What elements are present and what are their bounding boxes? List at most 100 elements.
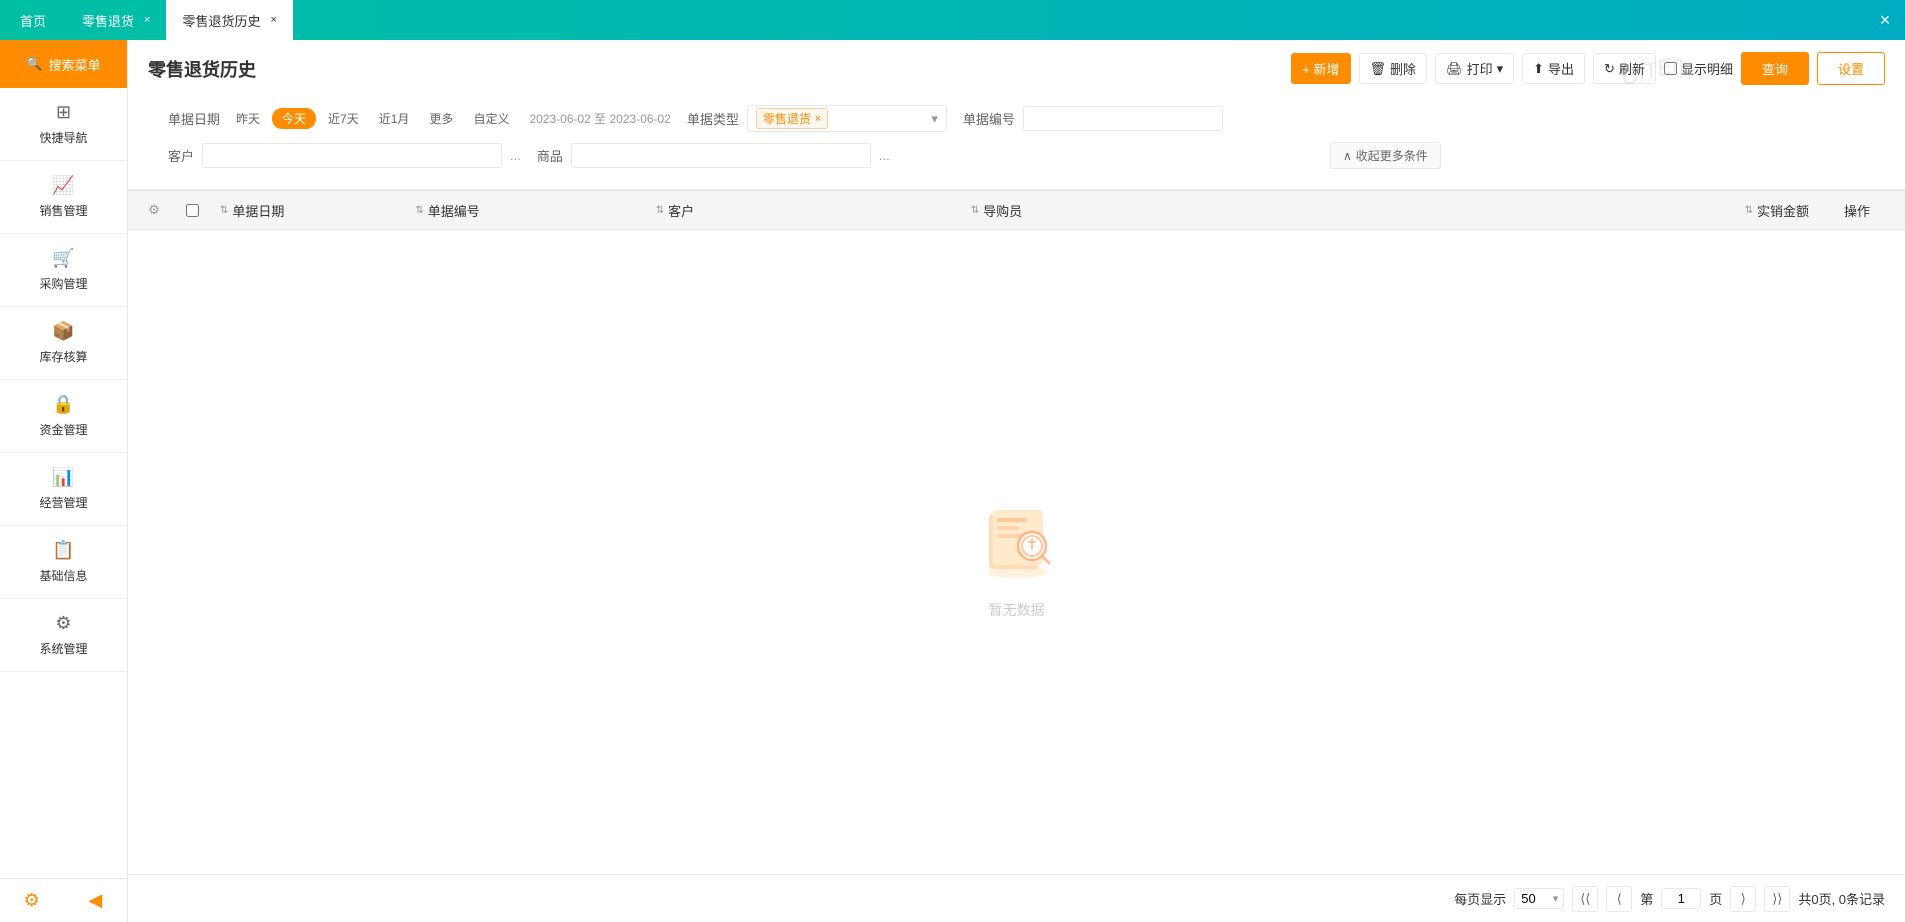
bill-type-dropdown-icon[interactable]: ▾	[931, 111, 938, 127]
show-detail-checkbox-label[interactable]: 显示明细	[1664, 59, 1733, 78]
window-close-button[interactable]: ×	[1865, 0, 1905, 40]
sales-mgmt-icon: 📈	[52, 175, 74, 196]
sidebar-item-fund-mgmt-label: 资金管理	[39, 421, 87, 438]
bill-no-input[interactable]	[1023, 106, 1223, 131]
filter-customer: 客户 ...	[168, 143, 521, 168]
print-chevron-icon: ▾	[1497, 61, 1504, 77]
total-info: 共0页, 0条记录	[1798, 889, 1885, 908]
print-icon: 🖨	[1446, 61, 1463, 77]
goods-label: 商品	[537, 146, 563, 165]
page-title-row: 零售退货历史 + 新增 🗑 删除 🖨 打印 ▾ ⬆ 导出	[148, 52, 1885, 85]
bill-type-tag-remove[interactable]: ×	[815, 113, 821, 125]
tab-retail-return-close[interactable]: ×	[144, 15, 150, 26]
filter-row-2: 客户 ... 商品 ... ∧ 收起更多条件	[168, 142, 1865, 169]
sidebar-settings-button[interactable]: ⚙	[0, 879, 64, 922]
filter-row-1: 单据日期 昨天 今天 近7天 近1月 更多 自定义 2023-06-02 至 2…	[168, 105, 1865, 132]
tab-home[interactable]: 首页	[0, 0, 66, 40]
date-option-1month[interactable]: 近1月	[371, 108, 418, 129]
prev-page-button[interactable]: ⟨	[1606, 886, 1632, 912]
export-icon: ⬆	[1533, 61, 1544, 77]
per-page-select[interactable]: 10 20 50 100	[1514, 888, 1564, 909]
select-all-checkbox[interactable]	[186, 204, 199, 217]
filter-goods: 商品 ...	[537, 143, 890, 168]
sidebar-item-inventory-calc[interactable]: 📦 库存核算	[0, 307, 127, 380]
bill-type-input[interactable]: 零售退货 × ▾	[747, 105, 947, 132]
page-title: 零售退货历史	[148, 56, 256, 82]
filter-area: 单据日期 昨天 今天 近7天 近1月 更多 自定义 2023-06-02 至 2…	[148, 95, 1885, 189]
last-page-button[interactable]: ⟩⟩	[1764, 886, 1790, 912]
date-option-today[interactable]: 今天	[272, 108, 316, 129]
date-option-yesterday[interactable]: 昨天	[228, 108, 268, 129]
sidebar-search-label: 搜索菜单	[49, 55, 101, 74]
date-option-more[interactable]: 更多	[421, 108, 461, 129]
page-number-input[interactable]	[1661, 888, 1701, 909]
tab-retail-return[interactable]: 零售退货 ×	[66, 0, 166, 40]
sort-amount-icon[interactable]: ⇅	[1745, 205, 1753, 216]
sidebar: 🔍 搜索菜单 ⊞ 快捷导航 📈 销售管理 🛒 采购管理 📦 库存核算 🔒 资金管…	[0, 40, 128, 922]
table-col-customer-label: 客户	[668, 201, 694, 220]
sidebar-item-ops-mgmt[interactable]: 📊 经营管理	[0, 453, 127, 526]
show-detail-checkbox[interactable]	[1664, 62, 1677, 75]
sort-customer-icon[interactable]: ⇅	[656, 205, 664, 216]
sidebar-item-sales-mgmt[interactable]: 📈 销售管理	[0, 161, 127, 234]
settings-button[interactable]: 设置	[1817, 52, 1885, 85]
sidebar-item-sales-mgmt-label: 销售管理	[39, 202, 87, 219]
delete-button[interactable]: 🗑 删除	[1359, 53, 1428, 84]
table-header: ⚙ ⇅ 单据日期 ⇅ 单据编号 ⇅ 客户 ⇅ 导购员	[128, 190, 1905, 230]
date-filter-label: 单据日期	[168, 109, 220, 128]
bill-type-tag: 零售退货 ×	[756, 108, 828, 129]
print-button[interactable]: 🖨 打印 ▾	[1435, 53, 1514, 84]
sidebar-search-button[interactable]: 🔍 搜索菜单	[0, 40, 127, 88]
table-col-date: ⇅ 单据日期	[212, 201, 407, 220]
sidebar-item-purchase-mgmt-label: 采购管理	[39, 275, 87, 292]
sidebar-item-ops-mgmt-label: 经营管理	[39, 494, 87, 511]
tab-retail-return-history-close[interactable]: ×	[270, 15, 276, 26]
next-page-button[interactable]: ⟩	[1730, 886, 1756, 912]
empty-text: 暂无数据	[989, 600, 1045, 620]
sidebar-bottom: ⚙ ◀	[0, 878, 127, 922]
sidebar-item-quick-nav-label: 快捷导航	[39, 129, 87, 146]
tab-list: 首页 零售退货 × 零售退货历史 ×	[0, 0, 1865, 40]
sidebar-item-system-mgmt-label: 系统管理	[39, 640, 87, 657]
collapse-button[interactable]: ∧ 收起更多条件	[1330, 142, 1441, 169]
date-option-7days[interactable]: 近7天	[320, 108, 367, 129]
date-option-custom[interactable]: 自定义	[465, 108, 517, 129]
new-button[interactable]: + 新增	[1291, 53, 1350, 84]
refresh-icon: ↻	[1604, 61, 1615, 77]
ops-mgmt-icon: 📊	[52, 467, 74, 488]
empty-illustration	[967, 484, 1067, 584]
first-page-button[interactable]: ⟨⟨	[1572, 886, 1598, 912]
goods-input[interactable]	[571, 143, 871, 168]
sort-guide-icon[interactable]: ⇅	[971, 205, 979, 216]
table-col-settings[interactable]: ⚙	[136, 202, 172, 218]
basic-info-icon: 📋	[52, 540, 74, 561]
sidebar-item-basic-info-label: 基础信息	[39, 567, 87, 584]
per-page-select-wrapper: 10 20 50 100	[1514, 888, 1564, 909]
sort-bill-no-icon[interactable]: ⇅	[415, 205, 423, 216]
sidebar-item-basic-info[interactable]: 📋 基础信息	[0, 526, 127, 599]
sidebar-item-purchase-mgmt[interactable]: 🛒 采购管理	[0, 234, 127, 307]
goods-ellipsis[interactable]: ...	[879, 148, 890, 163]
table-col-checkbox[interactable]	[172, 204, 212, 217]
customer-ellipsis[interactable]: ...	[510, 148, 521, 163]
page-suffix: 页	[1709, 889, 1722, 908]
query-button[interactable]: 查询	[1741, 52, 1809, 85]
main-layout: 🔍 搜索菜单 ⊞ 快捷导航 📈 销售管理 🛒 采购管理 📦 库存核算 🔒 资金管…	[0, 40, 1905, 922]
sort-date-icon[interactable]: ⇅	[220, 205, 228, 216]
sidebar-item-quick-nav[interactable]: ⊞ 快捷导航	[0, 88, 127, 161]
pagination: 每页显示 10 20 50 100 ⟨⟨ ⟨ 第 页 ⟩ ⟩⟩ 共0页, 0条记…	[128, 874, 1905, 922]
filter-bill-type: 单据类型 零售退货 × ▾	[687, 105, 947, 132]
search-icon: 🔍	[26, 56, 42, 72]
tab-retail-return-history[interactable]: 零售退货历史 ×	[166, 0, 292, 40]
sidebar-item-fund-mgmt[interactable]: 🔒 资金管理	[0, 380, 127, 453]
sidebar-collapse-button[interactable]: ◀	[64, 879, 128, 922]
page-label: 第	[1640, 889, 1653, 908]
customer-input[interactable]	[202, 143, 502, 168]
table-col-bill-no-label: 单据编号	[428, 201, 480, 220]
export-button[interactable]: ⬆ 导出	[1522, 53, 1585, 84]
filter-date: 单据日期 昨天 今天 近7天 近1月 更多 自定义 2023-06-02 至 2…	[168, 108, 671, 129]
inventory-calc-icon: 📦	[52, 321, 74, 342]
sidebar-item-system-mgmt[interactable]: ⚙ 系统管理	[0, 599, 127, 672]
refresh-button[interactable]: ↻ 刷新	[1593, 53, 1656, 84]
date-options: 昨天 今天 近7天 近1月 更多 自定义	[228, 108, 517, 129]
